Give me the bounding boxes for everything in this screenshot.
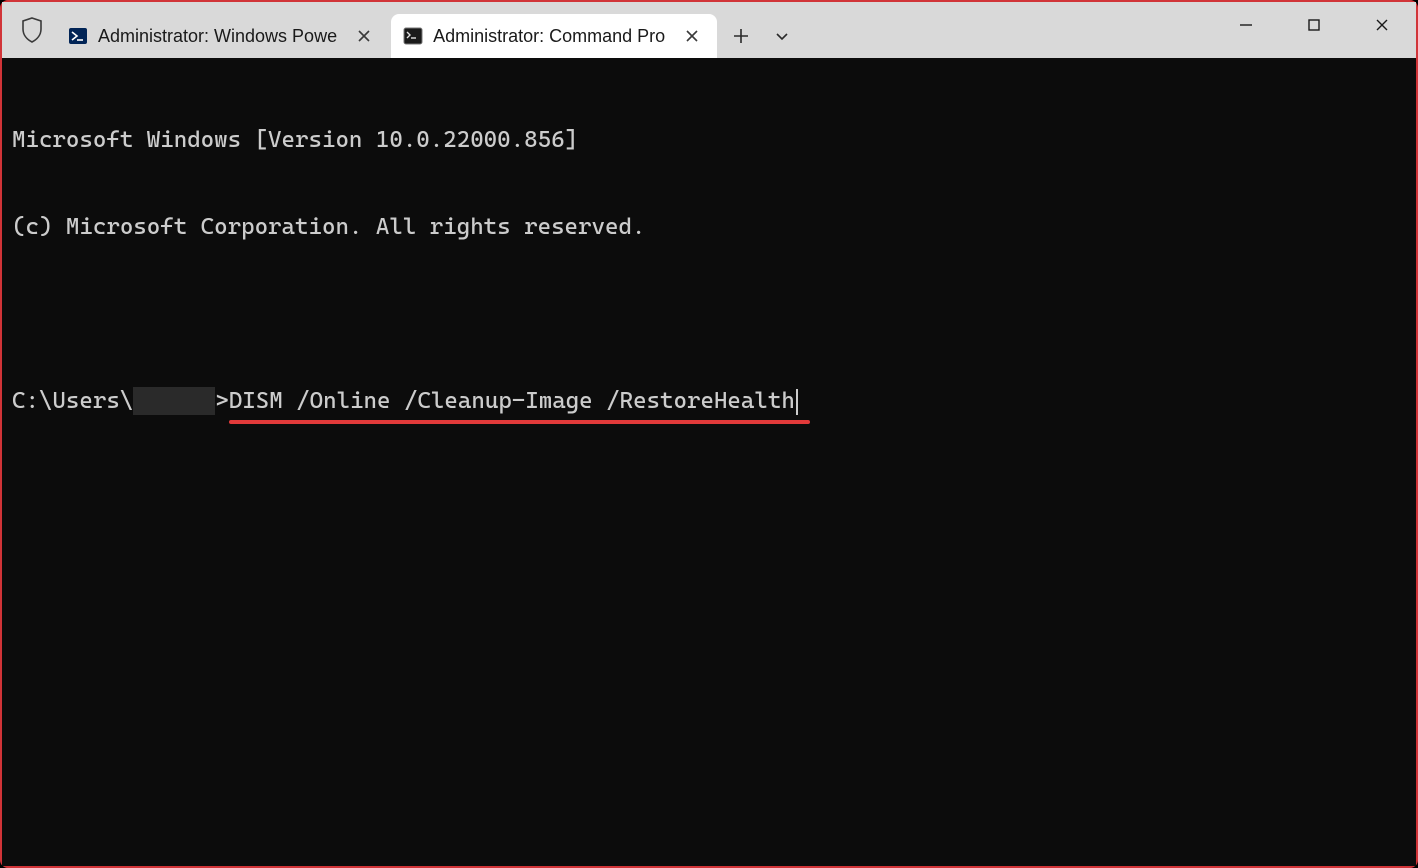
tab-dropdown-button[interactable] bbox=[763, 14, 801, 58]
tab-title: Administrator: Command Pro bbox=[433, 26, 665, 47]
cmd-icon bbox=[403, 26, 423, 46]
blank-line bbox=[12, 300, 1406, 329]
close-icon bbox=[358, 30, 370, 42]
terminal-header-line: Microsoft Windows [Version 10.0.22000.85… bbox=[12, 126, 1406, 155]
minimize-button[interactable] bbox=[1212, 2, 1280, 48]
command-wrap: DISM /Online /Cleanup-Image /RestoreHeal… bbox=[229, 387, 798, 416]
tab-title: Administrator: Windows Powe bbox=[98, 26, 337, 47]
terminal-copyright-line: (c) Microsoft Corporation. All rights re… bbox=[12, 213, 1406, 242]
plus-icon bbox=[733, 28, 749, 44]
text-cursor bbox=[796, 389, 798, 415]
chevron-down-icon bbox=[775, 29, 789, 43]
shield-icon bbox=[8, 2, 56, 58]
window-controls bbox=[1212, 2, 1416, 58]
redacted-username bbox=[133, 387, 215, 415]
maximize-button[interactable] bbox=[1280, 2, 1348, 48]
title-bar: Administrator: Windows Powe Administrato… bbox=[2, 2, 1416, 58]
close-window-button[interactable] bbox=[1348, 2, 1416, 48]
maximize-icon bbox=[1307, 18, 1321, 32]
close-icon bbox=[1375, 18, 1389, 32]
prompt-line: C:\Users\ >DISM /Online /Cleanup-Image /R… bbox=[12, 387, 1406, 416]
tab-close-button[interactable] bbox=[681, 25, 703, 47]
new-tab-button[interactable] bbox=[719, 14, 763, 58]
close-icon bbox=[686, 30, 698, 42]
minimize-icon bbox=[1239, 18, 1253, 32]
tab-command-prompt[interactable]: Administrator: Command Pro bbox=[391, 14, 717, 58]
annotation-underline bbox=[229, 420, 810, 424]
tab-powershell[interactable]: Administrator: Windows Powe bbox=[56, 14, 389, 58]
tab-close-button[interactable] bbox=[353, 25, 375, 47]
powershell-icon bbox=[68, 26, 88, 46]
prompt-suffix: > bbox=[215, 387, 228, 416]
prompt-prefix: C:\Users\ bbox=[12, 387, 133, 416]
command-text: DISM /Online /Cleanup-Image /RestoreHeal… bbox=[229, 388, 795, 414]
terminal-output[interactable]: Microsoft Windows [Version 10.0.22000.85… bbox=[2, 58, 1416, 866]
